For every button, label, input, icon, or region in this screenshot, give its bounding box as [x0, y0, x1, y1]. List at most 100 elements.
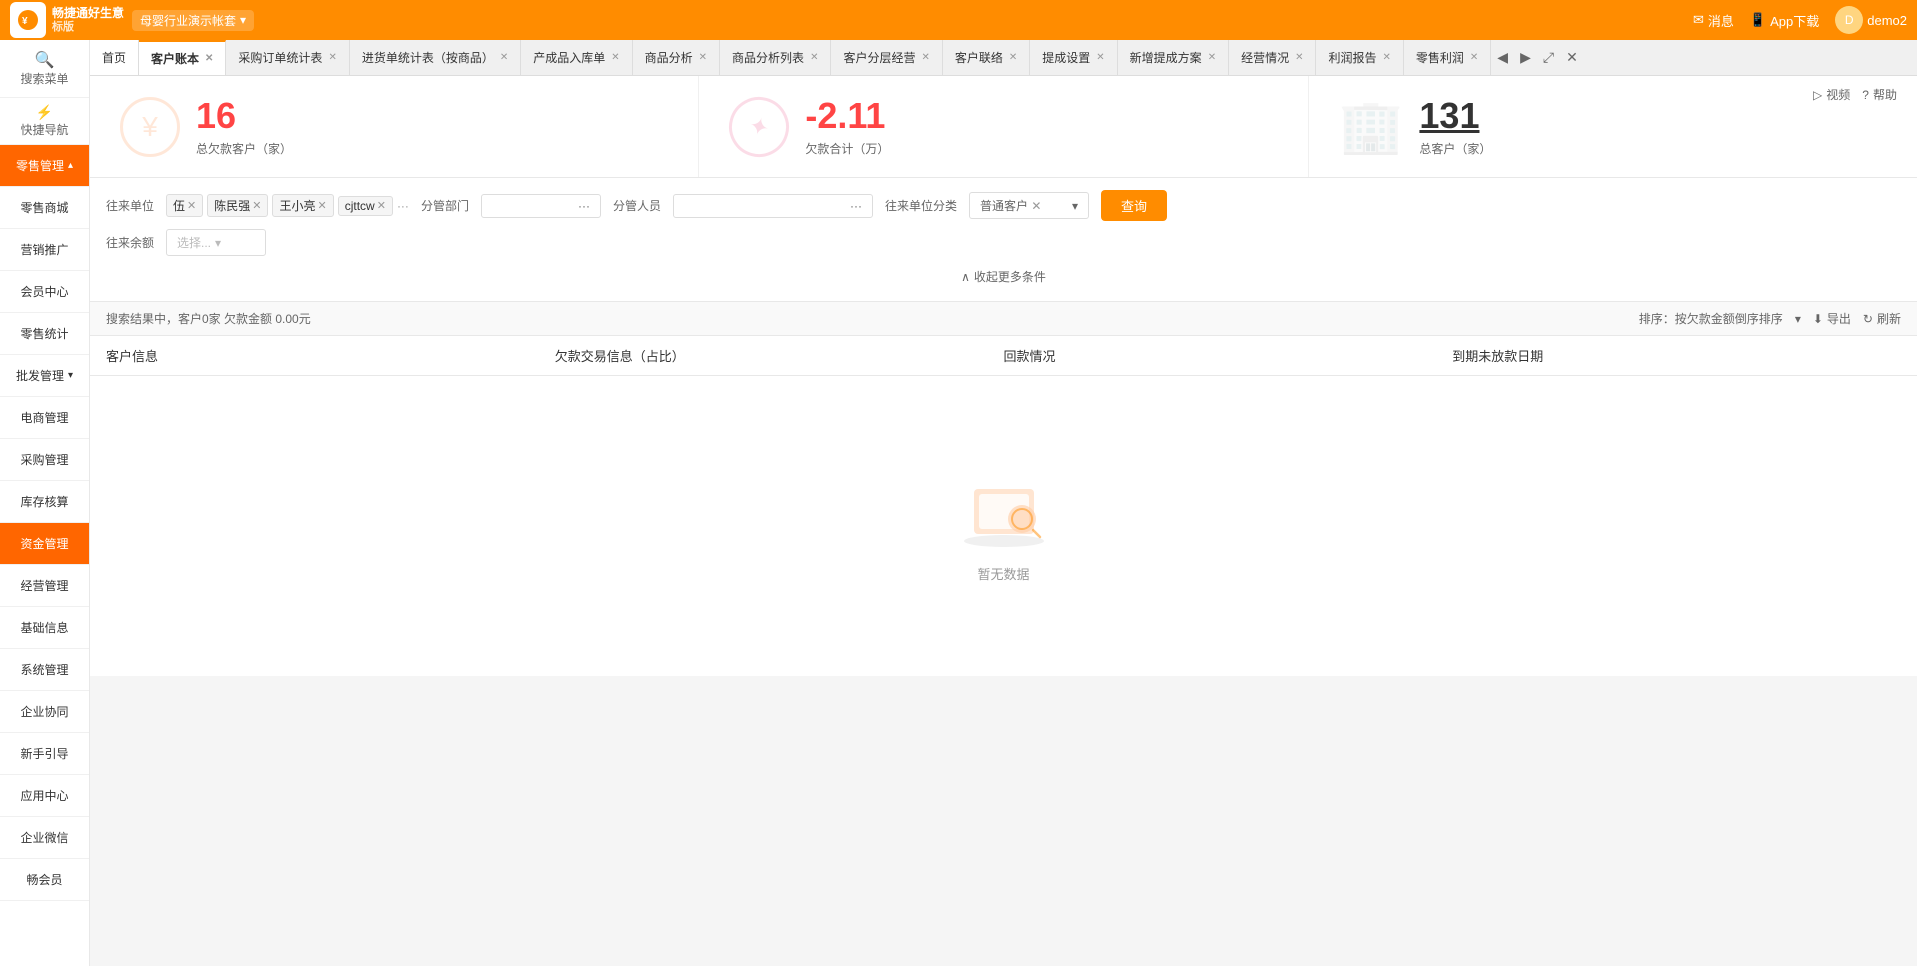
tab-add-commission-label: 新增提成方案 [1130, 49, 1202, 66]
tab-inbound-close[interactable]: ✕ [500, 52, 508, 63]
stat-number-debt: -2.11 [805, 96, 889, 136]
collapse-button[interactable]: ∧ 收起更多条件 [949, 264, 1058, 289]
sidebar-ops-label: 经营管理 [20, 577, 68, 594]
tab-profit-report[interactable]: 利润报告 ✕ [1316, 40, 1403, 76]
tab-retail-profit[interactable]: 零售利润 ✕ [1404, 40, 1491, 76]
filter-balance-input[interactable]: 选择... ▾ [166, 229, 266, 256]
filter-dept-dropdown[interactable]: ··· [481, 194, 601, 218]
sidebar-item-app-center[interactable]: 应用中心 [0, 775, 89, 817]
sidebar-item-purchase[interactable]: 采购管理 [0, 439, 89, 481]
filter-tag-unit-3-remove[interactable]: ✕ [377, 199, 386, 212]
sidebar-item-finance[interactable]: 资金管理 [0, 523, 89, 565]
filter-person-dropdown[interactable]: ··· [673, 194, 873, 218]
tab-production-inbound[interactable]: 产成品入库单 ✕ [521, 40, 632, 76]
refresh-label: 刷新 [1877, 310, 1901, 327]
filter-label-person: 分管人员 [613, 197, 661, 214]
sidebar-item-wholesale-mgmt[interactable]: 批发管理 ▾ [0, 355, 89, 397]
tab-commission-settings[interactable]: 提成设置 ✕ [1030, 40, 1117, 76]
filter-tag-unit-2-remove[interactable]: ✕ [318, 199, 327, 212]
tab-ops-close[interactable]: ✕ [1295, 52, 1303, 63]
stats-row: ¥ 16 总欠款客户（家） ✦ -2.11 欠款合计（万） [90, 76, 1917, 178]
tab-nav-close-all[interactable]: ✕ [1560, 49, 1584, 66]
tab-nav-right[interactable]: ▶ [1514, 49, 1537, 66]
sidebar-item-sys-mgmt[interactable]: 系统管理 [0, 649, 89, 691]
message-button[interactable]: ✉ 消息 [1693, 11, 1734, 30]
sidebar-ecommerce-label: 电商管理 [20, 409, 68, 426]
sidebar-item-base-info[interactable]: 基础信息 [0, 607, 89, 649]
tab-commission-close[interactable]: ✕ [1096, 52, 1104, 63]
help-button[interactable]: ? 帮助 [1862, 86, 1897, 103]
refresh-button[interactable]: ↻ 刷新 [1863, 310, 1901, 327]
tab-product-analysis-list[interactable]: 商品分析列表 ✕ [720, 40, 831, 76]
tab-home-label: 首页 [102, 49, 126, 66]
avatar: D [1835, 6, 1863, 34]
tab-purchase-close[interactable]: ✕ [328, 52, 336, 63]
tab-purchase-order-stats[interactable]: 采购订单统计表 ✕ [226, 40, 349, 76]
tab-add-commission-close[interactable]: ✕ [1208, 52, 1216, 63]
tab-nav-maximize[interactable]: ⤢ [1537, 49, 1560, 66]
tab-production-close[interactable]: ✕ [611, 52, 619, 63]
sidebar-item-enterprise[interactable]: 企业协同 [0, 691, 89, 733]
message-label: 消息 [1708, 11, 1734, 30]
sidebar-item-ecommerce[interactable]: 电商管理 [0, 397, 89, 439]
filter-person-more-icon: ··· [850, 199, 862, 213]
sidebar-item-newbie[interactable]: 新手引导 [0, 733, 89, 775]
sidebar-item-quicknav[interactable]: ⚡ 快捷导航 [0, 98, 89, 145]
sidebar-item-ops[interactable]: 经营管理 [0, 565, 89, 607]
tab-product-list-close[interactable]: ✕ [810, 52, 818, 63]
sidebar-newbie-label: 新手引导 [20, 745, 68, 762]
tab-customer-layer-close[interactable]: ✕ [921, 52, 929, 63]
question-icon: ? [1862, 88, 1869, 102]
sidebar-enterprise-label: 企业协同 [20, 703, 68, 720]
sidebar-item-retail-stats[interactable]: 零售统计 [0, 313, 89, 355]
export-icon: ⬇ [1813, 312, 1823, 326]
sidebar-item-search[interactable]: 🔍 搜索菜单 [0, 40, 89, 98]
stat-label-total: 总客户（家） [1419, 140, 1491, 157]
sidebar-member-label: 会员中心 [20, 283, 68, 300]
tab-nav-left[interactable]: ◀ [1491, 49, 1514, 66]
tab-add-commission[interactable]: 新增提成方案 ✕ [1118, 40, 1229, 76]
filter-label-balance: 往来余额 [106, 234, 154, 251]
sidebar-item-retail-mgmt[interactable]: 零售管理 ▴ [0, 145, 89, 187]
tab-product-analysis[interactable]: 商品分析 ✕ [633, 40, 720, 76]
tab-customer-contact[interactable]: 客户联络 ✕ [943, 40, 1030, 76]
sidebar-item-vip[interactable]: 畅会员 [0, 859, 89, 901]
sidebar-item-retail-mall[interactable]: 零售商城 [0, 187, 89, 229]
export-button[interactable]: ⬇ 导出 [1813, 310, 1851, 327]
user-area[interactable]: D demo2 [1835, 6, 1907, 34]
sidebar-item-marketing[interactable]: 营销推广 [0, 229, 89, 271]
tab-contact-close[interactable]: ✕ [1009, 52, 1017, 63]
tab-profit-close[interactable]: ✕ [1383, 52, 1391, 63]
filter-category-dropdown[interactable]: 普通客户 ✕ ▾ [969, 192, 1089, 219]
tab-product-analysis-label: 商品分析 [645, 49, 693, 66]
sidebar-item-inventory[interactable]: 库存核算 [0, 481, 89, 523]
filter-tag-unit-0-remove[interactable]: ✕ [187, 199, 196, 212]
tab-bar: 首页 客户账本 ✕ 采购订单统计表 ✕ 进货单统计表（按商品） ✕ 产成品入库单… [90, 40, 1917, 76]
result-summary: 搜索结果中，客户0家 欠款金额 0.00元 [106, 310, 311, 327]
help-label: 帮助 [1873, 86, 1897, 103]
tab-customer-ledger-close[interactable]: ✕ [205, 53, 213, 64]
table-wrap: 客户信息 欠款交易信息（占比） 回款情况 到期未放款日期 [90, 336, 1917, 676]
video-help-button[interactable]: ▷ 视频 [1813, 86, 1850, 103]
sidebar-base-info-label: 基础信息 [20, 619, 68, 636]
query-button[interactable]: 查询 [1101, 190, 1167, 221]
tab-retail-profit-close[interactable]: ✕ [1470, 52, 1478, 63]
tab-operations[interactable]: 经营情况 ✕ [1229, 40, 1316, 76]
sidebar-item-wechat[interactable]: 企业微信 [0, 817, 89, 859]
tab-product-analysis-close[interactable]: ✕ [699, 52, 707, 63]
sort-label: 排序：按欠款金额倒序排序 [1639, 310, 1783, 327]
tab-home[interactable]: 首页 [90, 40, 139, 76]
sidebar-item-member[interactable]: 会员中心 [0, 271, 89, 313]
tab-customer-layer[interactable]: 客户分层经营 ✕ [831, 40, 942, 76]
app-download-button[interactable]: 📱 App下载 [1750, 11, 1819, 30]
download-icon: 📱 [1750, 12, 1766, 28]
tab-inbound-stats[interactable]: 进货单统计表（按商品） ✕ [350, 40, 521, 76]
filter-more-button[interactable]: ··· [397, 199, 409, 213]
tab-customer-ledger[interactable]: 客户账本 ✕ [139, 40, 226, 76]
account-selector[interactable]: 母婴行业演示帐套 ▾ [132, 10, 254, 31]
empty-text: 暂无数据 [977, 564, 1029, 583]
chevron-down-icon: ▾ [1072, 199, 1078, 213]
table-header: 客户信息 欠款交易信息（占比） 回款情况 到期未放款日期 [90, 336, 1917, 376]
filter-tag-unit-1-remove[interactable]: ✕ [252, 199, 261, 212]
stat-help-area: ▷ 视频 ? 帮助 [1813, 86, 1897, 103]
